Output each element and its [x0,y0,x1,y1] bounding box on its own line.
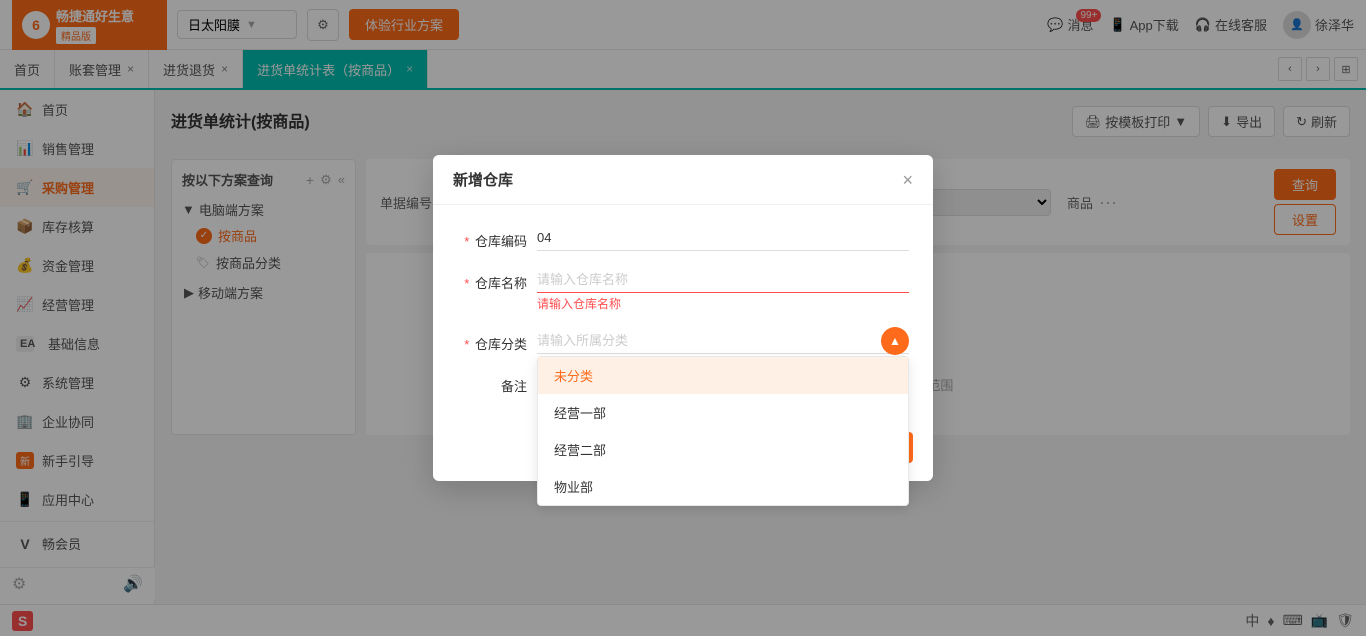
dialog-body: * 仓库编码 * 仓库名称 请输入仓库名称 [433,205,933,422]
name-label: * 仓库名称 [457,267,527,292]
dropdown-item-property[interactable]: 物业部 [538,468,908,505]
code-input[interactable] [537,225,909,251]
dialog-header: 新增仓库 × [433,155,933,205]
form-row-name: * 仓库名称 请输入仓库名称 [457,267,909,312]
category-input-wrap: ▲ 未分类 经营一部 经营二部 物业部 [537,328,909,354]
note-label: 备注 [457,370,527,395]
category-input[interactable] [537,328,909,354]
category-label: * 仓库分类 [457,328,527,353]
form-row-code: * 仓库编码 [457,225,909,251]
dropdown-item-ops2[interactable]: 经营二部 [538,431,908,468]
dropdown-item-uncategorized[interactable]: 未分类 [538,357,908,394]
dialog-title: 新增仓库 [453,169,513,190]
dialog-close-button[interactable]: × [902,171,913,189]
add-warehouse-dialog: 新增仓库 × * 仓库编码 * 仓库名称 [433,155,933,481]
dropdown-item-ops1[interactable]: 经营一部 [538,394,908,431]
chevron-up-icon: ▲ [889,334,901,348]
name-input[interactable] [537,267,909,293]
dialog-overlay: 新增仓库 × * 仓库编码 * 仓库名称 [0,0,1366,636]
code-label: * 仓库编码 [457,225,527,250]
form-row-category: * 仓库分类 ▲ 未分类 经营一部 [457,328,909,354]
category-dropdown: 未分类 经营一部 经营二部 物业部 [537,356,909,506]
category-toggle-button[interactable]: ▲ [881,327,909,355]
name-error-msg: 请输入仓库名称 [537,295,909,312]
